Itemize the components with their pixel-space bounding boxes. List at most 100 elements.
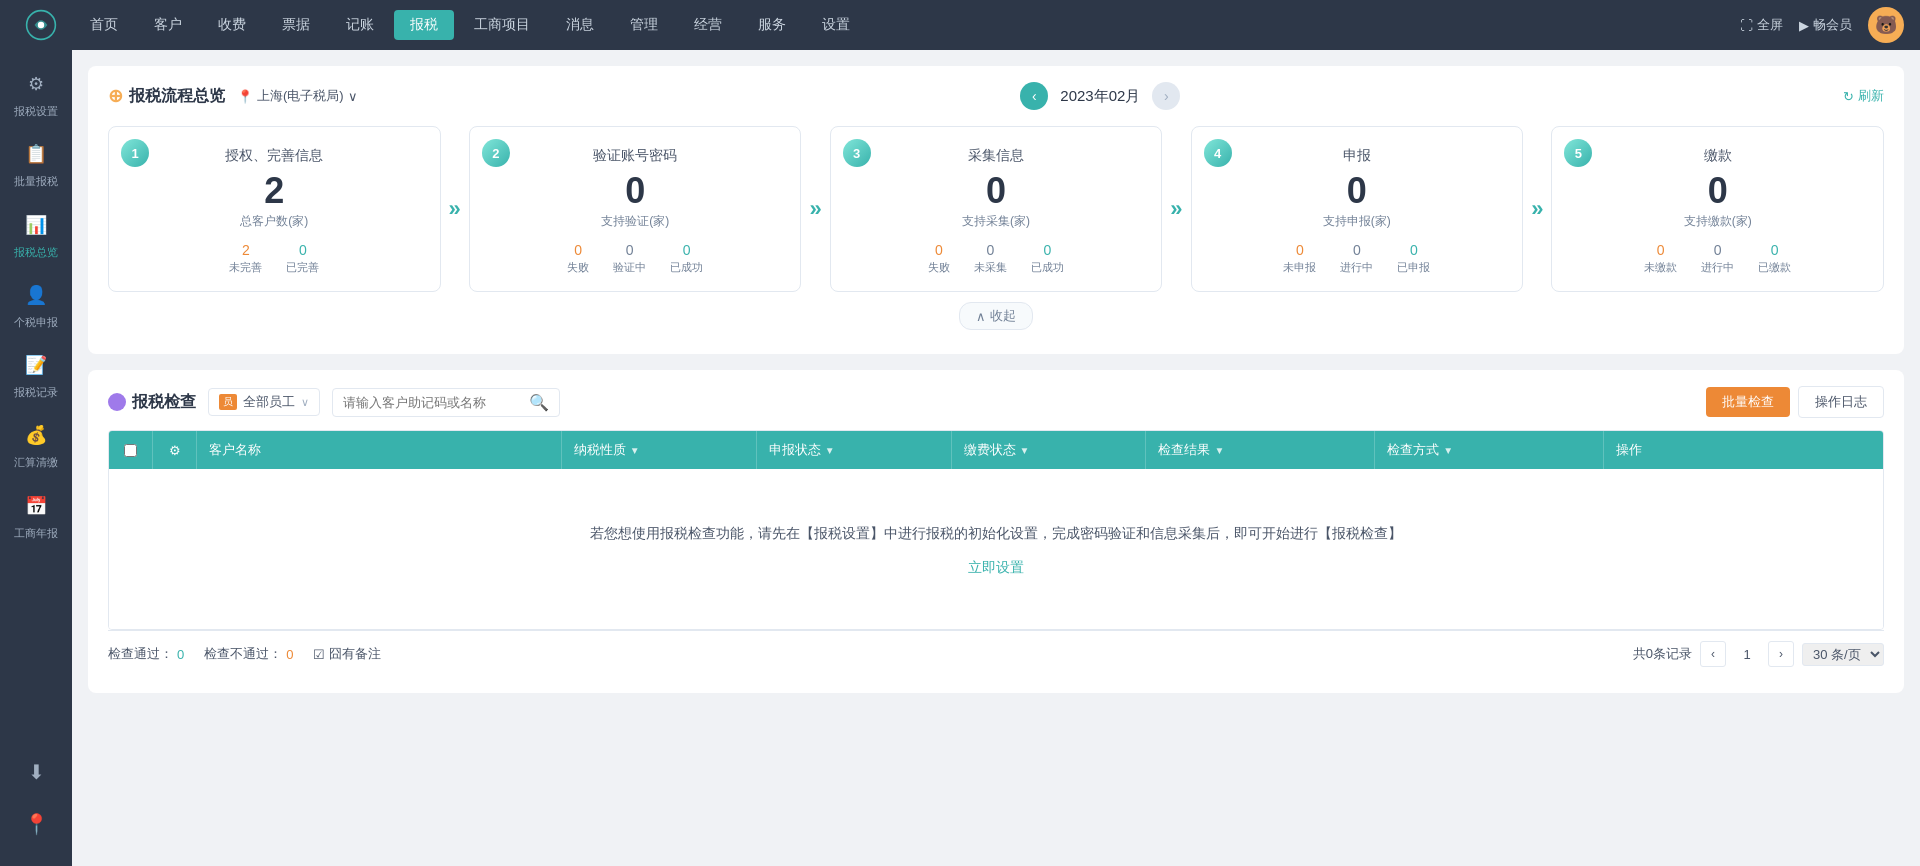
nav-accounting[interactable]: 记账 (330, 10, 390, 40)
th-checkbox[interactable] (109, 431, 153, 469)
batch-check-button[interactable]: 批量检查 (1706, 387, 1790, 417)
step-5-stat-1[interactable]: 0 进行中 (1701, 242, 1734, 275)
operation-log-button[interactable]: 操作日志 (1798, 386, 1884, 418)
employee-filter-select[interactable]: 员 全部员工 ∨ (208, 388, 320, 416)
sidebar-item-tax-record[interactable]: 📝 报税记录 (0, 339, 72, 409)
th-tax-type[interactable]: 纳税性质 ▼ (562, 431, 757, 469)
location-badge[interactable]: 📍 上海(电子税局) ∨ (237, 87, 358, 105)
step-3-stat-1[interactable]: 0 未采集 (974, 242, 1007, 275)
search-input[interactable] (343, 395, 523, 410)
refresh-label: 刷新 (1858, 87, 1884, 105)
overview-header: ⊕ 报税流程总览 📍 上海(电子税局) ∨ ‹ 2023年02月 › ↻ 刷新 (108, 82, 1884, 110)
table-footer: 检查通过： 0 检查不通过： 0 ☑ 囧有备注 共0条记录 ‹ 1 › (108, 630, 1884, 677)
sidebar-download[interactable]: ⬇ (20, 746, 52, 798)
location-icon: 📍 (20, 808, 52, 840)
nav-service[interactable]: 服务 (742, 10, 802, 40)
step-4-stat-0-label: 未申报 (1283, 260, 1316, 275)
prev-page-button[interactable]: ‹ (1700, 641, 1726, 667)
step-1-stat-1-val: 0 (286, 242, 319, 258)
step-1-stat-0[interactable]: 2 未完善 (229, 242, 262, 275)
refresh-button[interactable]: ↻ 刷新 (1843, 87, 1884, 105)
nav-message[interactable]: 消息 (550, 10, 610, 40)
step-1-stat-1-label: 已完善 (286, 260, 319, 275)
total-records: 共0条记录 (1633, 645, 1692, 663)
location-text: 上海(电子税局) (257, 87, 344, 105)
step-2-stat-1-label: 验证中 (613, 260, 646, 275)
tax-check-title: 报税检查 (108, 392, 196, 413)
arrow-2-3: » (801, 126, 829, 292)
step-3-stat-2[interactable]: 0 已成功 (1031, 242, 1064, 275)
arrow-3-4: » (1162, 126, 1190, 292)
pass-count[interactable]: 0 (177, 647, 184, 662)
step-4-badge: 4 (1204, 139, 1232, 167)
step-2-stat-2[interactable]: 0 已成功 (670, 242, 703, 275)
step-2-stat-0[interactable]: 0 失败 (567, 242, 589, 275)
next-month-button[interactable]: › (1152, 82, 1180, 110)
step-4-stat-1[interactable]: 0 进行中 (1340, 242, 1373, 275)
th-check-result[interactable]: 检查结果 ▼ (1146, 431, 1375, 469)
user-avatar[interactable]: 🐻 (1868, 7, 1904, 43)
fail-count[interactable]: 0 (286, 647, 293, 662)
search-icon[interactable]: 🔍 (529, 393, 549, 412)
sidebar-batch-tax-label: 批量报税 (14, 174, 58, 188)
month-nav: ‹ 2023年02月 › (1020, 82, 1180, 110)
select-all-checkbox[interactable] (124, 444, 137, 457)
nav-home[interactable]: 首页 (74, 10, 134, 40)
step-3-stat-0[interactable]: 0 失败 (928, 242, 950, 275)
sidebar-annual-report-label: 工商年报 (14, 526, 58, 540)
step-5-subtitle: 支持缴款(家) (1568, 213, 1867, 230)
nav-business[interactable]: 工商项目 (458, 10, 546, 40)
per-page-select[interactable]: 30 条/页 (1802, 643, 1884, 666)
sidebar-item-personal-tax[interactable]: 👤 个税申报 (0, 269, 72, 339)
nav-fee[interactable]: 收费 (202, 10, 262, 40)
sidebar-item-annual-report[interactable]: 📅 工商年报 (0, 480, 72, 550)
step-4-count: 0 (1208, 173, 1507, 209)
tax-settings-icon: ⚙ (20, 68, 52, 100)
setup-link[interactable]: 立即设置 (968, 559, 1024, 577)
step-5-stat-2-val: 0 (1758, 242, 1791, 258)
step-5-stat-2[interactable]: 0 已缴款 (1758, 242, 1791, 275)
nav-invoice[interactable]: 票据 (266, 10, 326, 40)
tax-overview-icon: 📊 (20, 209, 52, 241)
fullscreen-button[interactable]: ⛶ 全屏 (1740, 16, 1783, 34)
collapse-label: 收起 (990, 307, 1016, 325)
app-logo[interactable] (16, 0, 66, 50)
member-button[interactable]: ▶ 畅会员 (1799, 16, 1852, 34)
nav-management[interactable]: 管理 (614, 10, 674, 40)
step-4-stat-0[interactable]: 0 未申报 (1283, 242, 1316, 275)
th-fee-state-label: 缴费状态 (964, 441, 1016, 459)
nav-tax[interactable]: 报税 (394, 10, 454, 40)
step-2-stat-1[interactable]: 0 验证中 (613, 242, 646, 275)
search-box: 🔍 (332, 388, 560, 417)
collapse-button[interactable]: ∧ 收起 (959, 302, 1033, 330)
sidebar-item-tax-settings[interactable]: ⚙ 报税设置 (0, 58, 72, 128)
nav-operation[interactable]: 经营 (678, 10, 738, 40)
main-layout: ⚙ 报税设置 📋 批量报税 📊 报税总览 👤 个税申报 📝 报税记录 💰 汇算清… (0, 50, 1920, 866)
step-2-title: 验证账号密码 (486, 147, 785, 165)
empty-message: 若您想使用报税检查功能，请先在【报税设置】中进行报税的初始化设置，完成密码验证和… (590, 521, 1402, 546)
step-5-stat-0[interactable]: 0 未缴款 (1644, 242, 1677, 275)
th-declare-state[interactable]: 申报状态 ▼ (757, 431, 952, 469)
th-gear[interactable]: ⚙ (153, 431, 197, 469)
sidebar: ⚙ 报税设置 📋 批量报税 📊 报税总览 👤 个税申报 📝 报税记录 💰 汇算清… (0, 50, 72, 866)
step-4-stat-2[interactable]: 0 已申报 (1397, 242, 1430, 275)
sidebar-item-batch-tax[interactable]: 📋 批量报税 (0, 128, 72, 198)
th-check-result-label: 检查结果 (1158, 441, 1210, 459)
prev-month-button[interactable]: ‹ (1020, 82, 1048, 110)
filter-state-icon: ▼ (825, 445, 835, 456)
step-1-stat-1[interactable]: 0 已完善 (286, 242, 319, 275)
next-page-button[interactable]: › (1768, 641, 1794, 667)
fail-label: 检查不通过： (204, 645, 282, 663)
nav-settings[interactable]: 设置 (806, 10, 866, 40)
fullscreen-icon: ⛶ (1740, 18, 1753, 33)
nav-right: ⛶ 全屏 ▶ 畅会员 🐻 (1740, 7, 1904, 43)
step-3-title: 采集信息 (847, 147, 1146, 165)
th-name: 客户名称 (197, 431, 562, 469)
sidebar-item-tax-overview[interactable]: 📊 报税总览 (0, 199, 72, 269)
current-page: 1 (1734, 641, 1760, 667)
th-fee-state[interactable]: 缴费状态 ▼ (952, 431, 1147, 469)
sidebar-item-settlement[interactable]: 💰 汇算清缴 (0, 409, 72, 479)
nav-customer[interactable]: 客户 (138, 10, 198, 40)
sidebar-location[interactable]: 📍 (20, 798, 52, 850)
th-check-method[interactable]: 检查方式 ▼ (1375, 431, 1604, 469)
